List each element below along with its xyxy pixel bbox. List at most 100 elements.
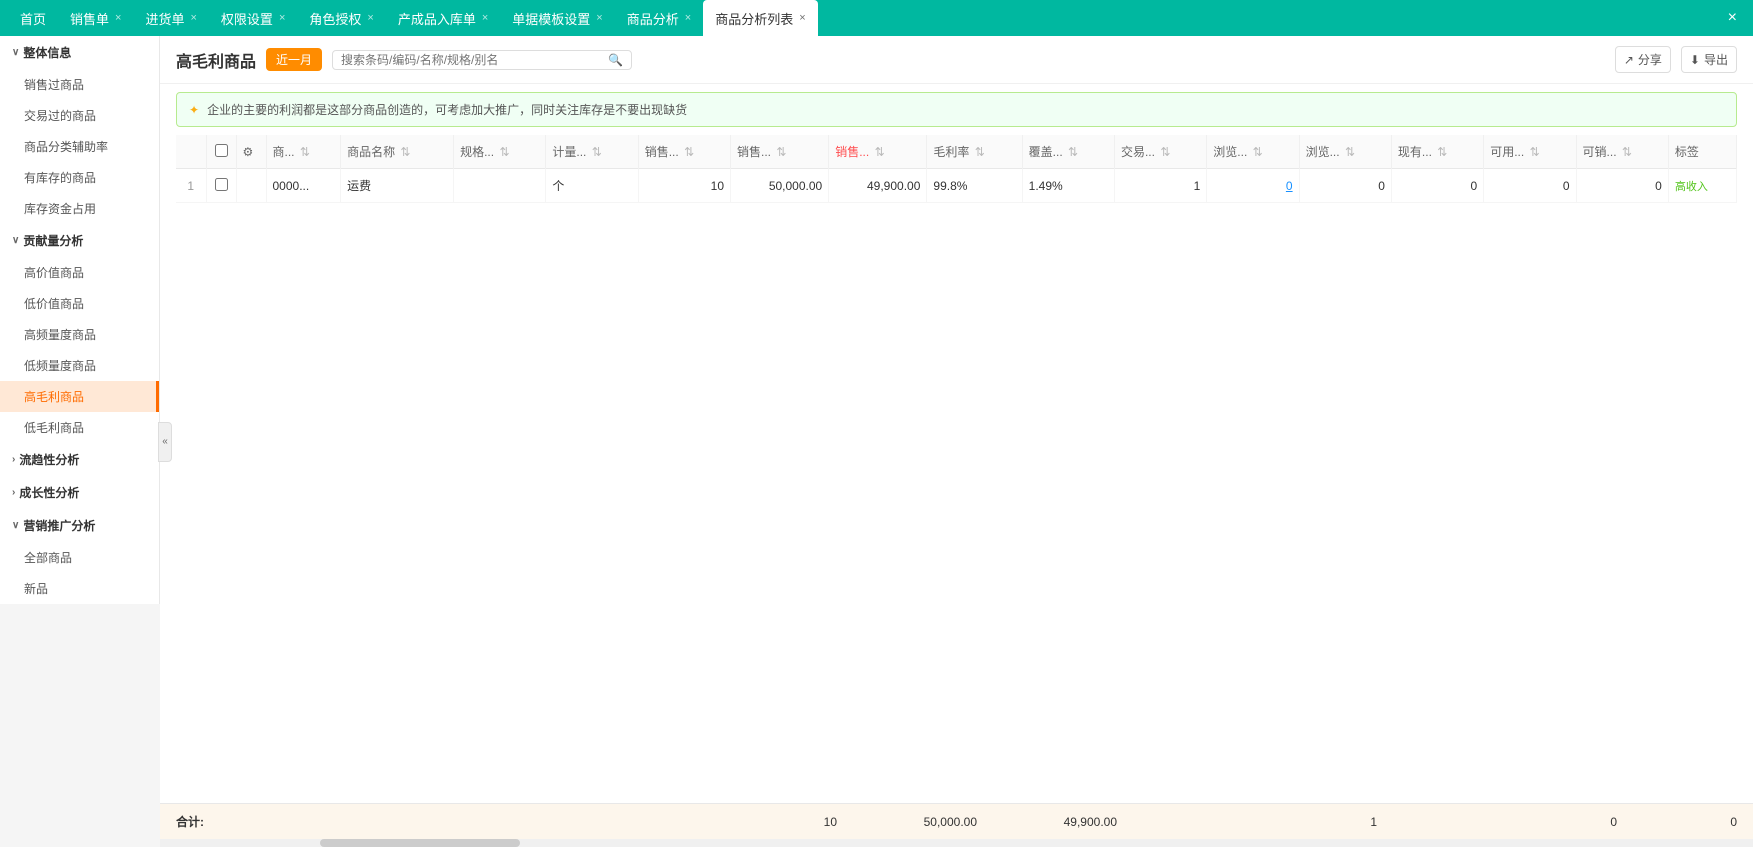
sidebar-item-sales-goods[interactable]: 销售过商品 bbox=[0, 69, 159, 100]
close-product-in-tab[interactable]: × bbox=[482, 12, 488, 24]
footer-available: 0 bbox=[1697, 815, 1737, 829]
tab-home[interactable]: 首页 bbox=[8, 0, 58, 36]
sidebar-item-new-goods[interactable]: 新品 bbox=[0, 573, 159, 604]
col-name[interactable]: 商品名称 ⇅ bbox=[341, 135, 454, 169]
tab-product-in[interactable]: 产成品入库单 × bbox=[386, 0, 500, 36]
close-role-tab[interactable]: × bbox=[367, 12, 373, 24]
close-template-tab[interactable]: × bbox=[596, 12, 602, 24]
col-tag[interactable]: 标签 bbox=[1668, 135, 1736, 169]
sort-icon-10: ⇅ bbox=[1160, 145, 1170, 159]
col-available[interactable]: 可用... ⇅ bbox=[1484, 135, 1576, 169]
cell-sales-amt: 50,000.00 bbox=[731, 169, 829, 203]
col-sales-cost[interactable]: 销售... ⇅ bbox=[829, 135, 927, 169]
cell-name[interactable]: 运费 bbox=[341, 169, 454, 203]
col-settings[interactable]: ⚙ bbox=[236, 135, 266, 169]
sidebar-item-all-goods[interactable]: 全部商品 bbox=[0, 542, 159, 573]
sidebar-collapse-button[interactable]: « bbox=[158, 422, 172, 462]
sidebar-section-wealth[interactable]: ∨ 贡献量分析 bbox=[0, 224, 159, 257]
tab-purchase[interactable]: 进货单 × bbox=[133, 0, 208, 36]
sidebar-item-low-margin[interactable]: 低毛利商品 bbox=[0, 412, 159, 443]
col-sales-amt[interactable]: 销售... ⇅ bbox=[731, 135, 829, 169]
export-button[interactable]: ⬇ 导出 bbox=[1681, 46, 1737, 73]
sort-icon-12: ⇅ bbox=[1345, 145, 1355, 159]
cell-idx: 1 bbox=[176, 169, 206, 203]
tab-role[interactable]: 角色授权 × bbox=[297, 0, 385, 36]
search-input[interactable] bbox=[341, 53, 608, 67]
cell-code: 0000... bbox=[266, 169, 341, 203]
cell-browse2: 0 bbox=[1299, 169, 1391, 203]
cell-current: 0 bbox=[1391, 169, 1483, 203]
col-browse1[interactable]: 浏览... ⇅ bbox=[1207, 135, 1299, 169]
close-permission-tab[interactable]: × bbox=[279, 12, 285, 24]
tab-analysis-list[interactable]: 商品分析列表 × bbox=[703, 0, 817, 36]
share-button[interactable]: ↗ 分享 bbox=[1615, 46, 1671, 73]
col-coverage[interactable]: 覆盖... ⇅ bbox=[1022, 135, 1114, 169]
col-checkbox[interactable] bbox=[206, 135, 236, 169]
footer-trade: 1 bbox=[1337, 815, 1377, 829]
chevron-down-icon: ∨ bbox=[12, 47, 19, 58]
cell-settings bbox=[236, 169, 266, 203]
select-all-checkbox[interactable] bbox=[215, 144, 228, 157]
sort-icon-9: ⇅ bbox=[1068, 145, 1078, 159]
sidebar-item-goods-analysis[interactable]: 商品分类辅助率 bbox=[0, 131, 159, 162]
sidebar-section-trend[interactable]: › 流趋性分析 bbox=[0, 443, 159, 476]
col-current[interactable]: 现有... ⇅ bbox=[1391, 135, 1483, 169]
filter-recent-month-button[interactable]: 近一月 bbox=[266, 48, 322, 71]
sort-icon-5: ⇅ bbox=[684, 145, 694, 159]
row-checkbox[interactable] bbox=[215, 178, 228, 191]
sidebar-section-marketing[interactable]: ∨ 营销推广分析 bbox=[0, 509, 159, 542]
col-sales-qty[interactable]: 销售... ⇅ bbox=[638, 135, 730, 169]
sidebar-section-overall[interactable]: ∨ 整体信息 bbox=[0, 36, 159, 69]
scroll-thumb[interactable] bbox=[320, 839, 520, 847]
tab-permission[interactable]: 权限设置 × bbox=[209, 0, 297, 36]
footer-current: 0 bbox=[1577, 815, 1617, 829]
main-layout: ∨ 整体信息 销售过商品 交易过的商品 商品分类辅助率 有库存的商品 库存资金占… bbox=[0, 36, 1753, 847]
sort-icon-6: ⇅ bbox=[776, 145, 786, 159]
tab-analysis[interactable]: 商品分析 × bbox=[615, 0, 703, 36]
sort-icon: ⇅ bbox=[300, 145, 310, 159]
sidebar-item-in-stock[interactable]: 有库存的商品 bbox=[0, 162, 159, 193]
tab-template[interactable]: 单据模板设置 × bbox=[500, 0, 614, 36]
sidebar-item-high-margin[interactable]: 高毛利商品 bbox=[0, 381, 159, 412]
close-sales-tab[interactable]: × bbox=[115, 12, 121, 24]
col-spec[interactable]: 规格... ⇅ bbox=[454, 135, 546, 169]
sort-icon-14: ⇅ bbox=[1530, 145, 1540, 159]
sidebar-item-low-value[interactable]: 低价值商品 bbox=[0, 288, 159, 319]
col-margin-rate[interactable]: 毛利率 ⇅ bbox=[927, 135, 1022, 169]
sidebar-section-growth[interactable]: › 成长性分析 bbox=[0, 476, 159, 509]
sidebar-item-traded-goods[interactable]: 交易过的商品 bbox=[0, 100, 159, 131]
sidebar-item-stock-occupy[interactable]: 库存资金占用 bbox=[0, 193, 159, 224]
tab-sales[interactable]: 销售单 × bbox=[58, 0, 133, 36]
sidebar-item-high-freq[interactable]: 高频量度商品 bbox=[0, 319, 159, 350]
cell-checkbox[interactable] bbox=[206, 169, 236, 203]
col-code[interactable]: 商... ⇅ bbox=[266, 135, 341, 169]
footer-sales-amt: 50,000.00 bbox=[897, 815, 977, 829]
chevron-right-icon-2: › bbox=[12, 487, 15, 498]
close-purchase-tab[interactable]: × bbox=[190, 12, 196, 24]
cell-browse1[interactable]: 0 bbox=[1207, 169, 1299, 203]
footer-sales-cost: 49,900.00 bbox=[1037, 815, 1117, 829]
table-row: 1 0000... 运费 个 10 50,000.00 49,900.00 99… bbox=[176, 169, 1737, 203]
sidebar-item-high-value[interactable]: 高价值商品 bbox=[0, 257, 159, 288]
sort-icon-4: ⇅ bbox=[592, 145, 602, 159]
table-container: ⚙ 商... ⇅ 商品名称 ⇅ 规格... ⇅ bbox=[160, 135, 1753, 803]
col-browse2[interactable]: 浏览... ⇅ bbox=[1299, 135, 1391, 169]
cell-coverage: 1.49% bbox=[1022, 169, 1114, 203]
chevron-down-icon-2: ∨ bbox=[12, 235, 19, 246]
sidebar-item-low-freq[interactable]: 低频量度商品 bbox=[0, 350, 159, 381]
col-trade[interactable]: 交易... ⇅ bbox=[1114, 135, 1206, 169]
horizontal-scrollbar[interactable] bbox=[160, 839, 1753, 847]
search-icon[interactable]: 🔍 bbox=[608, 53, 623, 67]
col-sellable[interactable]: 可销... ⇅ bbox=[1576, 135, 1668, 169]
export-icon: ⬇ bbox=[1690, 53, 1700, 67]
footer-totals-bar: 合计: 10 50,000.00 49,900.00 1 0 0 bbox=[160, 803, 1753, 839]
close-analysis-list-tab[interactable]: × bbox=[799, 12, 805, 24]
col-unit[interactable]: 计量... ⇅ bbox=[546, 135, 638, 169]
sort-icon-7: ⇅ bbox=[875, 145, 885, 159]
close-analysis-tab[interactable]: × bbox=[685, 12, 691, 24]
close-window-button[interactable]: × bbox=[1720, 9, 1745, 27]
cell-trade: 1 bbox=[1114, 169, 1206, 203]
chevron-right-icon: › bbox=[12, 454, 15, 465]
footer-label: 合计: bbox=[176, 813, 204, 830]
page-title: 高毛利商品 bbox=[176, 48, 256, 72]
